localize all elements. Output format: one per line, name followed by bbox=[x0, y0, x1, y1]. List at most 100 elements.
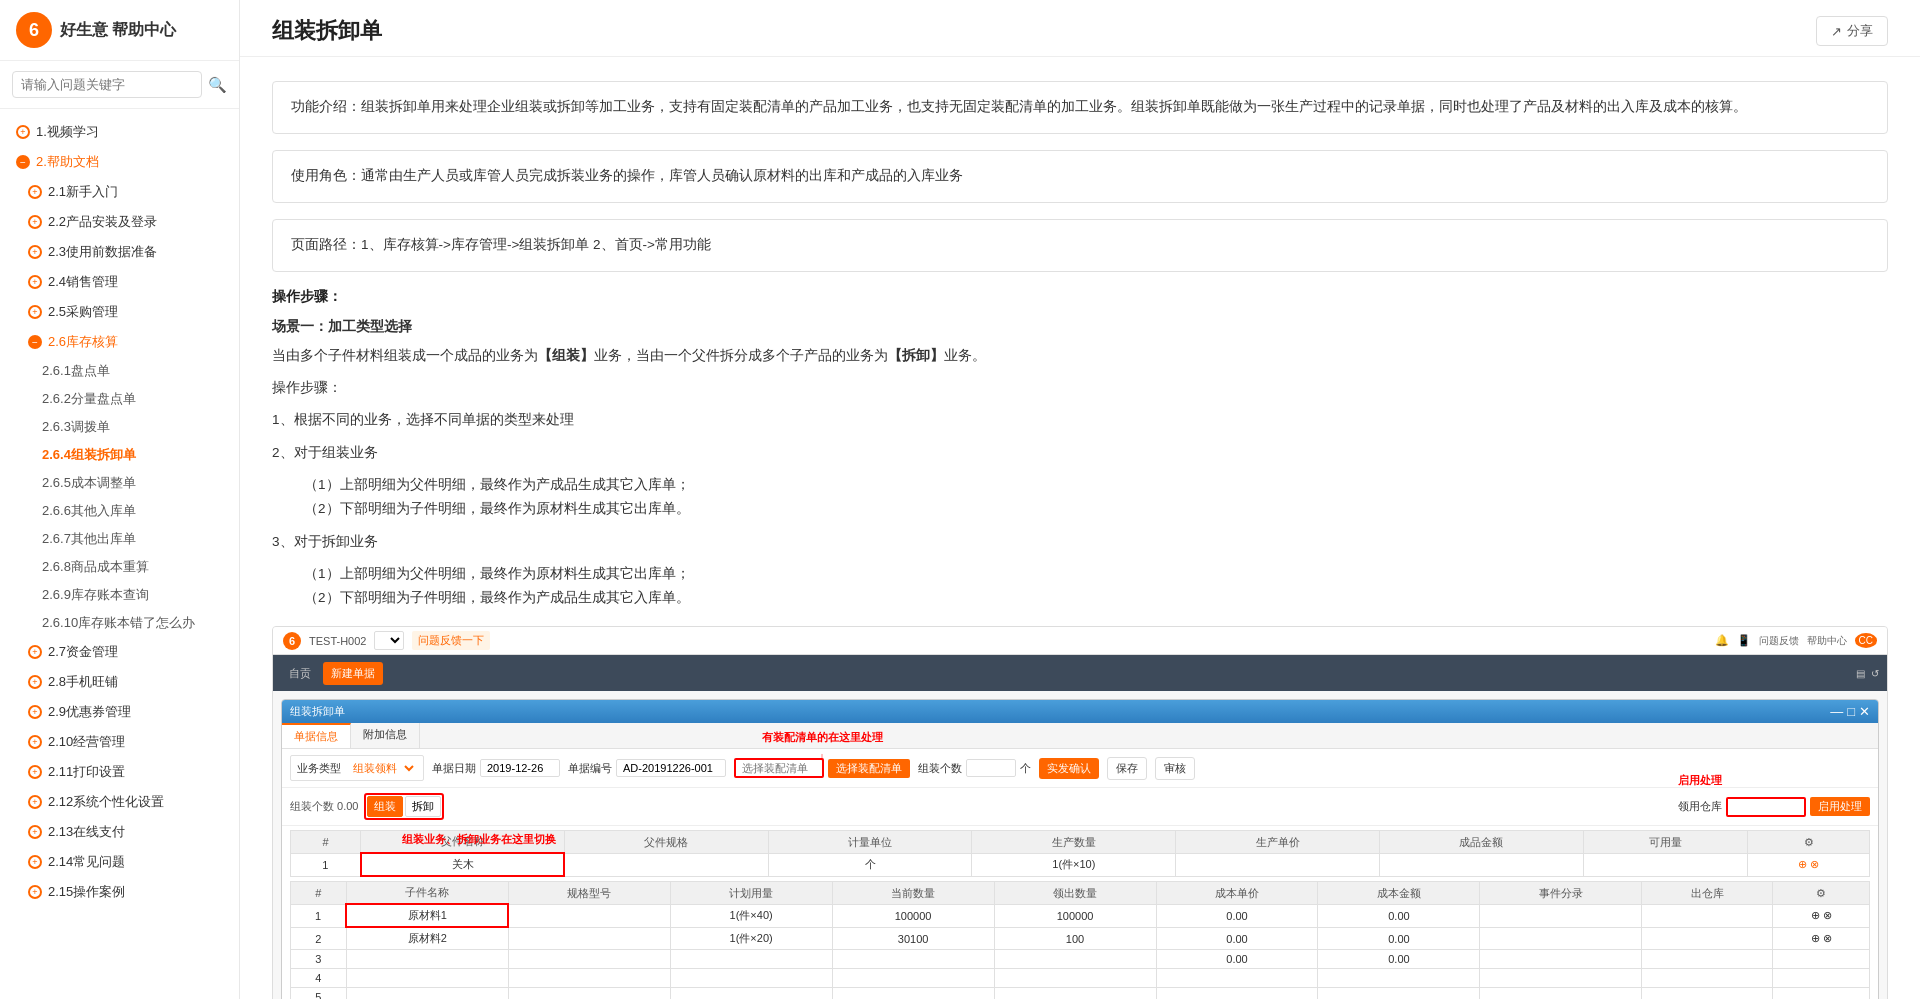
nav-tree: + 1.视频学习− 2.帮助文档+ 2.1新手入门+ 2.2产品安装及登录+ 2… bbox=[0, 109, 239, 999]
sidebar-item-s2-1[interactable]: + 2.1新手入门 bbox=[0, 177, 239, 207]
sidebar-item-s2-13[interactable]: + 2.13在线支付 bbox=[0, 817, 239, 847]
intro-block-1: 功能介绍：组装拆卸单用来处理企业组装或拆卸等加工业务，支持有固定装配清单的产品加… bbox=[272, 81, 1888, 134]
page-title: 组装拆卸单 bbox=[272, 16, 382, 46]
search-button[interactable]: 🔍 bbox=[208, 76, 227, 94]
plus-icon: + bbox=[28, 215, 42, 229]
sidebar-item-s2-7[interactable]: + 2.7资金管理 bbox=[0, 637, 239, 667]
ss-window-controls: — □ ✕ bbox=[1830, 704, 1870, 719]
ss-th-sub-plan: 计划用量 bbox=[670, 882, 832, 905]
logo: 6 bbox=[16, 12, 52, 48]
ss-app-id: TEST-H002 bbox=[309, 635, 366, 647]
ss-max[interactable]: □ bbox=[1847, 704, 1855, 719]
ss-th-sub-entry: 事件分录 bbox=[1480, 882, 1642, 905]
ss-main-window: 组装拆卸单 — □ ✕ 单据信息 附加信息 bbox=[281, 699, 1879, 999]
main-header: 组装拆卸单 ↗ 分享 bbox=[240, 0, 1920, 57]
search-input[interactable] bbox=[12, 71, 202, 98]
ss-th-action: ⚙ bbox=[1748, 831, 1870, 854]
screenshot-inner: 6 TEST-H002 问题反馈一下 🔔 📱 问题反馈 帮助中心 CC bbox=[273, 627, 1887, 999]
share-icon: ↗ bbox=[1831, 24, 1842, 39]
sidebar-item-s2-6-3[interactable]: 2.6.3调拨单 bbox=[0, 413, 239, 441]
ss-btn-disassemble[interactable]: 拆卸 bbox=[405, 796, 441, 817]
sidebar: 6 好生意 帮助中心 🔍 + 1.视频学习− 2.帮助文档+ 2.1新手入门+ … bbox=[0, 0, 240, 999]
sidebar-item-s2-10[interactable]: + 2.10经营管理 bbox=[0, 727, 239, 757]
ss-min[interactable]: — bbox=[1830, 704, 1843, 719]
sidebar-item-s2-6-1[interactable]: 2.6.1盘点单 bbox=[0, 357, 239, 385]
nav-label: 2.8手机旺铺 bbox=[48, 673, 118, 691]
ss-warehouse-btn[interactable]: 启用处理 bbox=[1810, 797, 1870, 816]
sidebar-item-s2-9[interactable]: + 2.9优惠券管理 bbox=[0, 697, 239, 727]
ss-num-input[interactable] bbox=[616, 759, 726, 777]
ss-nav-icon2[interactable]: ↺ bbox=[1871, 668, 1879, 679]
sidebar-item-s2-6-2[interactable]: 2.6.2分量盘点单 bbox=[0, 385, 239, 413]
plus-icon: + bbox=[28, 735, 42, 749]
nav-label: 2.5采购管理 bbox=[48, 303, 118, 321]
nav-label: 1.视频学习 bbox=[36, 123, 99, 141]
sidebar-item-s2-6[interactable]: − 2.6库存核算 bbox=[0, 327, 239, 357]
sidebar-item-s2-6-8[interactable]: 2.6.8商品成本重算 bbox=[0, 553, 239, 581]
minus-icon: − bbox=[28, 335, 42, 349]
sidebar-item-s2-6-7[interactable]: 2.6.7其他出库单 bbox=[0, 525, 239, 553]
ss-count-input[interactable] bbox=[966, 759, 1016, 777]
sidebar-item-s2-6-5[interactable]: 2.6.5成本调整单 bbox=[0, 469, 239, 497]
intro-text-1: 功能介绍：组装拆卸单用来处理企业组装或拆卸等加工业务，支持有固定装配清单的产品加… bbox=[291, 96, 1869, 119]
sidebar-item-s2-3[interactable]: + 2.3使用前数据准备 bbox=[0, 237, 239, 267]
ss-date-field: 单据日期 bbox=[432, 759, 560, 777]
screenshot-container: 6 TEST-H002 问题反馈一下 🔔 📱 问题反馈 帮助中心 CC bbox=[272, 626, 1888, 999]
ss-bom-input[interactable] bbox=[734, 758, 824, 778]
sidebar-item-s2-12[interactable]: + 2.12系统个性化设置 bbox=[0, 787, 239, 817]
ss-btn-assemble[interactable]: 组装 bbox=[367, 796, 403, 817]
ss-th-price: 生产单价 bbox=[1176, 831, 1380, 854]
sidebar-item-s2-4[interactable]: + 2.4销售管理 bbox=[0, 267, 239, 297]
ss-bom-btn[interactable]: 选择装配清单 bbox=[828, 759, 910, 778]
sidebar-item-s2[interactable]: − 2.帮助文档 bbox=[0, 147, 239, 177]
sidebar-item-s1[interactable]: + 1.视频学习 bbox=[0, 117, 239, 147]
sidebar-item-s2-14[interactable]: + 2.14常见问题 bbox=[0, 847, 239, 877]
sidebar-item-s2-15[interactable]: + 2.15操作案例 bbox=[0, 877, 239, 907]
plus-icon: + bbox=[28, 705, 42, 719]
plus-icon: + bbox=[28, 275, 42, 289]
step3-1: （1）上部明细为父件明细，最终作为原材料生成其它出库单； bbox=[296, 562, 1888, 586]
ss-close[interactable]: ✕ bbox=[1859, 704, 1870, 719]
intro-text-2: 使用角色：通常由生产人员或库管人员完成拆装业务的操作，库管人员确认原材料的出库和… bbox=[291, 165, 1869, 188]
plus-icon: + bbox=[28, 795, 42, 809]
ss-th-sub-action: ⚙ bbox=[1773, 882, 1870, 905]
ss-th-sub-out: 领出数量 bbox=[994, 882, 1156, 905]
table-row: 1 原材料1 1(件×40) 100000 100000 0.00 0.00 bbox=[291, 904, 1870, 927]
ss-content: 组装拆卸单 — □ ✕ 单据信息 附加信息 bbox=[273, 691, 1887, 999]
nav-label: 2.9优惠券管理 bbox=[48, 703, 131, 721]
intro-block-2: 使用角色：通常由生产人员或库管人员完成拆装业务的操作，库管人员确认原材料的出库和… bbox=[272, 150, 1888, 203]
ss-tab-detail[interactable]: 附加信息 bbox=[351, 723, 420, 748]
ss-new-order[interactable]: 问题反馈一下 bbox=[412, 631, 490, 650]
ss-form-toolbar: 业务类型 组装领料 拆卸领料 单据日期 单 bbox=[282, 749, 1878, 788]
ss-approve-btn[interactable]: 审核 bbox=[1155, 757, 1195, 780]
sidebar-item-s2-6-4[interactable]: 2.6.4组装拆卸单 bbox=[0, 441, 239, 469]
ss-selector[interactable] bbox=[374, 631, 404, 650]
step1: 1、根据不同的业务，选择不同单据的类型来处理 bbox=[272, 408, 1888, 432]
ss-btn-help[interactable]: 帮助中心 bbox=[1807, 634, 1847, 648]
sidebar-item-s2-5[interactable]: + 2.5采购管理 bbox=[0, 297, 239, 327]
plus-icon: + bbox=[28, 825, 42, 839]
ss-th-parent-spec: 父件规格 bbox=[564, 831, 768, 854]
ss-nav-icon1[interactable]: ▤ bbox=[1856, 668, 1865, 679]
ss-btn-cc[interactable]: CC bbox=[1855, 633, 1877, 648]
ss-logo: 6 bbox=[283, 632, 301, 650]
sidebar-item-s2-6-9[interactable]: 2.6.9库存账本查询 bbox=[0, 581, 239, 609]
ss-tab-main[interactable]: 单据信息 bbox=[282, 723, 351, 748]
sidebar-item-s2-11[interactable]: + 2.11打印设置 bbox=[0, 757, 239, 787]
sidebar-item-s2-2[interactable]: + 2.2产品安装及登录 bbox=[0, 207, 239, 237]
sidebar-item-s2-6-10[interactable]: 2.6.10库存账本错了怎么办 bbox=[0, 609, 239, 637]
ss-date-input[interactable] bbox=[480, 759, 560, 777]
share-button[interactable]: ↗ 分享 bbox=[1816, 16, 1888, 46]
annotation-arrow-1: ↓ bbox=[819, 750, 825, 762]
ss-save-btn[interactable]: 保存 bbox=[1107, 757, 1147, 780]
sidebar-item-s2-6-6[interactable]: 2.6.6其他入库单 bbox=[0, 497, 239, 525]
sidebar-item-s2-8[interactable]: + 2.8手机旺铺 bbox=[0, 667, 239, 697]
ss-type-dropdown[interactable]: 组装领料 拆卸领料 bbox=[345, 759, 417, 777]
ss-btn-feedback[interactable]: 问题反馈 bbox=[1759, 634, 1799, 648]
ss-confirm-btn[interactable]: 实发确认 bbox=[1039, 758, 1099, 779]
ss-lower-table: # 子件名称 规格型号 计划用量 当前数量 领出数量 成本单价 成本金额 事件分 bbox=[290, 881, 1870, 999]
ss-nav-home[interactable]: 自贡 bbox=[281, 662, 319, 685]
ss-nav-new[interactable]: 新建单据 bbox=[323, 662, 383, 685]
ss-warehouse-input[interactable] bbox=[1726, 797, 1806, 817]
plus-icon: + bbox=[28, 305, 42, 319]
